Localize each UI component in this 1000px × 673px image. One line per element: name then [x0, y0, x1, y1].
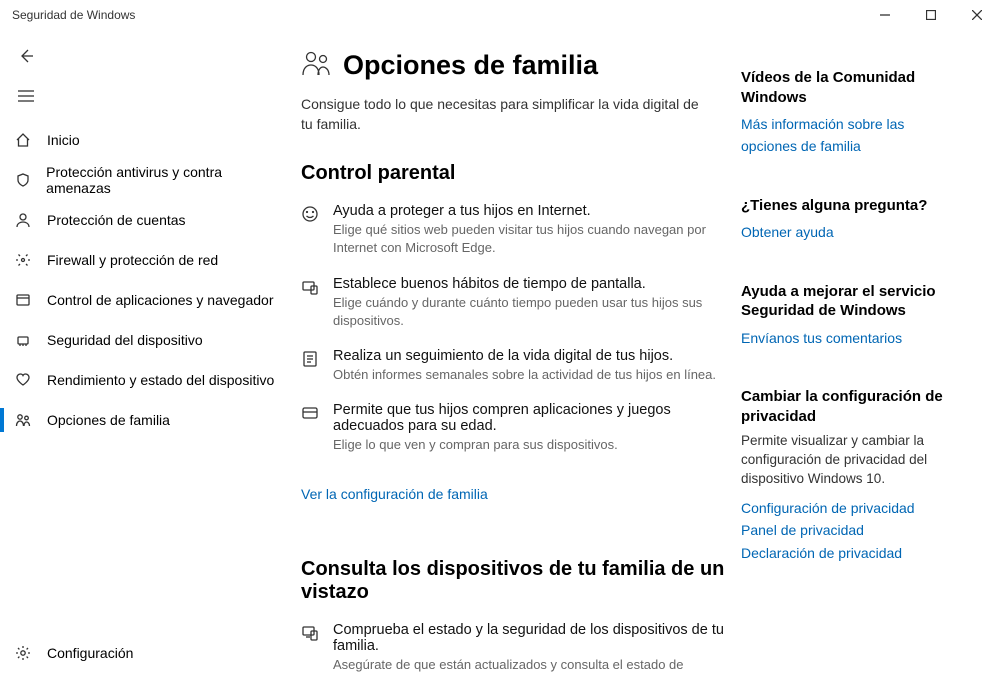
title-bar: Seguridad de Windows — [0, 0, 1000, 30]
feat-purchases: Permite que tus hijos compren aplicacion… — [301, 402, 741, 454]
nav-label: Protección de cuentas — [47, 212, 186, 228]
devices-icon — [301, 276, 319, 330]
smile-icon — [301, 203, 319, 257]
firewall-icon — [14, 252, 32, 268]
sidebar-item-performance[interactable]: Rendimiento y estado del dispositivo — [0, 360, 279, 400]
family-header-icon — [301, 48, 331, 83]
nav-label: Firewall y protección de red — [47, 252, 218, 268]
sidebar-item-home[interactable]: Inicio — [0, 120, 279, 160]
sidebar-item-appcontrol[interactable]: Control de aplicaciones y navegador — [0, 280, 279, 320]
page-subtitle: Consigue todo lo que necesitas para simp… — [301, 95, 701, 134]
gear-icon — [14, 645, 32, 661]
family-icon — [14, 412, 32, 428]
minimize-button[interactable] — [862, 0, 908, 30]
feat-title: Permite que tus hijos compren aplicacion… — [333, 402, 741, 434]
close-button[interactable] — [954, 0, 1000, 30]
nav-label: Protección antivirus y contra amenazas — [46, 164, 279, 196]
feat-title: Realiza un seguimiento de la vida digita… — [333, 348, 741, 364]
nav-label: Control de aplicaciones y navegador — [47, 292, 273, 308]
aside-privacy-desc: Permite visualizar y cambiar la configur… — [741, 432, 946, 489]
aside-videos-heading: Vídeos de la Comunidad Windows — [741, 68, 946, 107]
feat-desc: Obtén informes semanales sobre la activi… — [333, 366, 741, 384]
feat-screentime: Establece buenos hábitos de tiempo de pa… — [301, 276, 741, 330]
window-controls — [862, 0, 1000, 30]
maximize-button[interactable] — [908, 0, 954, 30]
home-icon — [14, 132, 32, 148]
devices-heading: Consulta los dispositivos de tu familia … — [301, 558, 741, 604]
back-button[interactable] — [6, 38, 46, 74]
sidebar-item-account[interactable]: Protección de cuentas — [0, 200, 279, 240]
feat-device-health: Comprueba el estado y la seguridad de lo… — [301, 622, 741, 673]
sidebar-settings[interactable]: Configuración — [0, 633, 279, 673]
feat-desc: Elige lo que ven y compran para sus disp… — [333, 436, 741, 454]
page-title: Opciones de familia — [343, 50, 598, 81]
aside-help-link[interactable]: Obtener ayuda — [741, 221, 946, 243]
sidebar-item-firewall[interactable]: Firewall y protección de red — [0, 240, 279, 280]
nav-label: Inicio — [47, 132, 80, 148]
privacy-statement-link[interactable]: Declaración de privacidad — [741, 542, 946, 564]
privacy-panel-link[interactable]: Panel de privacidad — [741, 519, 946, 541]
report-icon — [301, 348, 319, 384]
nav-label: Seguridad del dispositivo — [47, 332, 203, 348]
nav-label: Configuración — [47, 645, 133, 661]
nav-label: Rendimiento y estado del dispositivo — [47, 372, 274, 388]
feat-tracking: Realiza un seguimiento de la vida digita… — [301, 348, 741, 384]
sidebar-item-family[interactable]: Opciones de familia — [0, 400, 279, 440]
sidebar-item-devicesec[interactable]: Seguridad del dispositivo — [0, 320, 279, 360]
feat-protect-kids: Ayuda a proteger a tus hijos en Internet… — [301, 203, 741, 257]
person-icon — [14, 212, 32, 228]
app-icon — [14, 292, 32, 308]
shield-icon — [14, 172, 31, 188]
sidebar-item-virus[interactable]: Protección antivirus y contra amenazas — [0, 160, 279, 200]
nav-label: Opciones de familia — [47, 412, 170, 428]
aside-feedback-heading: Ayuda a mejorar el servicio Seguridad de… — [741, 282, 946, 321]
feat-desc: Elige cuándo y durante cuánto tiempo pue… — [333, 294, 741, 330]
aside-videos-link[interactable]: Más información sobre las opciones de fa… — [741, 113, 946, 158]
feat-title: Comprueba el estado y la seguridad de lo… — [333, 622, 741, 654]
privacy-settings-link[interactable]: Configuración de privacidad — [741, 497, 946, 519]
aside-privacy-heading: Cambiar la configuración de privacidad — [741, 387, 946, 426]
menu-toggle[interactable] — [6, 78, 46, 114]
aside-feedback-link[interactable]: Envíanos tus comentarios — [741, 327, 946, 349]
family-settings-link[interactable]: Ver la configuración de familia — [301, 486, 488, 502]
feat-desc: Elige qué sitios web pueden visitar tus … — [333, 221, 741, 257]
aside: Vídeos de la Comunidad Windows Más infor… — [741, 48, 976, 673]
main-content: Opciones de familia Consigue todo lo que… — [279, 30, 1000, 673]
feat-title: Ayuda a proteger a tus hijos en Internet… — [333, 203, 741, 219]
sidebar: Inicio Protección antivirus y contra ame… — [0, 30, 279, 673]
devices-health-icon — [301, 622, 319, 673]
feat-title: Establece buenos hábitos de tiempo de pa… — [333, 276, 741, 292]
parental-heading: Control parental — [301, 162, 741, 185]
window-title: Seguridad de Windows — [12, 8, 135, 22]
card-icon — [301, 402, 319, 454]
heart-icon — [14, 372, 32, 388]
aside-help-heading: ¿Tienes alguna pregunta? — [741, 196, 946, 216]
chip-icon — [14, 332, 32, 348]
feat-desc: Asegúrate de que están actualizados y co… — [333, 656, 741, 673]
